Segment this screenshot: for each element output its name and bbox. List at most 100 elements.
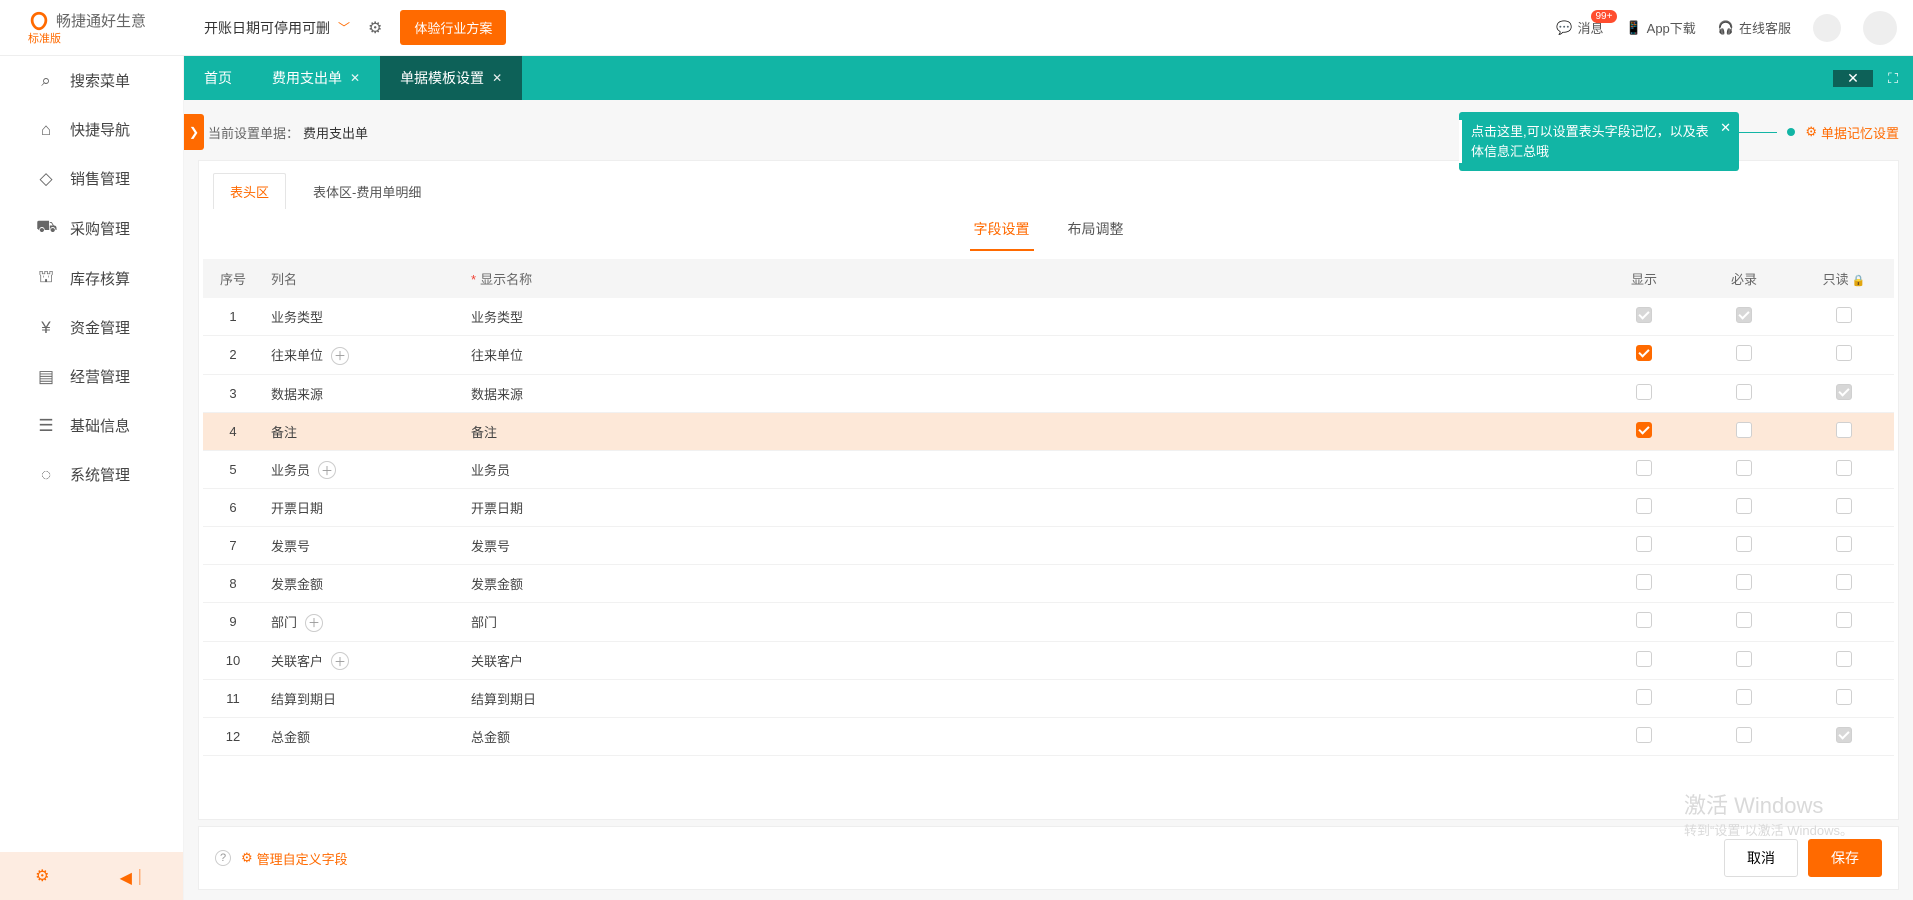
account-selector[interactable]: 开账日期可停用可删 ﹀ [204,18,350,38]
avatar-small[interactable] [1813,14,1841,42]
cell-show [1594,336,1694,375]
checkbox[interactable] [1836,689,1852,705]
cell-display[interactable]: 关联客户 [463,641,1594,680]
checkbox[interactable] [1636,651,1652,667]
cell-display[interactable]: 业务类型 [463,298,1594,336]
sidebar-item-3[interactable]: ⛟采购管理 [0,203,183,253]
checkbox[interactable] [1736,727,1752,743]
checkbox[interactable] [1836,536,1852,552]
checkbox[interactable] [1636,536,1652,552]
table-row[interactable]: 11结算到期日结算到期日 [203,680,1894,718]
checkbox[interactable] [1636,345,1652,361]
area-tab-0[interactable]: 表头区 [213,173,286,209]
checkbox[interactable] [1736,498,1752,514]
sidebar-item-8[interactable]: ◌系统管理 [0,450,183,499]
table-row[interactable]: 8发票金额发票金额 [203,565,1894,603]
collapse-sidebar-icon[interactable]: ◀｜ [120,864,148,888]
cell-required [1694,718,1794,756]
close-icon[interactable]: ✕ [492,71,502,85]
gear-icon[interactable]: ⚙ [368,18,382,38]
tab-2[interactable]: 单据模板设置✕ [380,56,522,100]
sidebar-item-7[interactable]: ☰基础信息 [0,401,183,450]
customer-service-button[interactable]: 🎧 在线客服 [1718,18,1791,37]
tab-1[interactable]: 费用支出单✕ [252,56,380,100]
checkbox[interactable] [1736,460,1752,476]
cell-display[interactable]: 部门 [463,603,1594,642]
checkbox[interactable] [1636,422,1652,438]
checkbox[interactable] [1636,460,1652,476]
checkbox[interactable] [1736,384,1752,400]
table-row[interactable]: 4备注备注 [203,412,1894,450]
table-row[interactable]: 7发票号发票号 [203,527,1894,565]
sidebar-item-5[interactable]: ¥资金管理 [0,303,183,352]
plus-icon[interactable]: ＋ [331,347,349,365]
sub-tab-0[interactable]: 字段设置 [970,219,1034,251]
checkbox[interactable] [1636,498,1652,514]
table-row[interactable]: 6开票日期开票日期 [203,489,1894,527]
manage-custom-fields-link[interactable]: ⚙管理自定义字段 [241,849,348,868]
table-row[interactable]: 10关联客户＋关联客户 [203,641,1894,680]
cell-display[interactable]: 结算到期日 [463,680,1594,718]
cell-display[interactable]: 往来单位 [463,336,1594,375]
save-button[interactable]: 保存 [1808,839,1882,877]
table-row[interactable]: 2往来单位＋往来单位 [203,336,1894,375]
checkbox[interactable] [1836,651,1852,667]
close-tab-icon[interactable]: ✕ [1833,70,1873,87]
close-icon[interactable]: ✕ [350,71,360,85]
cell-display[interactable]: 备注 [463,412,1594,450]
sidebar-item-1[interactable]: ⌂快捷导航 [0,105,183,154]
sub-tab-1[interactable]: 布局调整 [1064,219,1128,251]
cancel-button[interactable]: 取消 [1724,839,1798,877]
sidebar-item-4[interactable]: ⛫库存核算 [0,253,183,303]
checkbox[interactable] [1836,498,1852,514]
cell-display[interactable]: 业务员 [463,450,1594,489]
help-icon[interactable]: ? [215,850,231,866]
checkbox[interactable] [1836,345,1852,361]
checkbox[interactable] [1736,689,1752,705]
plus-icon[interactable]: ＋ [318,461,336,479]
plus-icon[interactable]: ＋ [331,652,349,670]
tab-0[interactable]: 首页 [184,56,252,100]
checkbox[interactable] [1636,384,1652,400]
table-row[interactable]: 12总金额总金额 [203,718,1894,756]
checkbox[interactable] [1736,536,1752,552]
avatar-large[interactable] [1863,11,1897,45]
experience-button[interactable]: 体验行业方案 [400,10,506,45]
expand-handle-icon[interactable]: ❯ [184,114,204,150]
plus-icon[interactable]: ＋ [305,614,323,632]
checkbox[interactable] [1836,612,1852,628]
checkbox[interactable] [1736,422,1752,438]
cell-display[interactable]: 总金额 [463,718,1594,756]
area-tab-1[interactable]: 表体区-费用单明细 [296,173,438,209]
memory-settings-link[interactable]: ⚙单据记忆设置 [1805,123,1899,142]
checkbox[interactable] [1636,689,1652,705]
checkbox[interactable] [1836,574,1852,590]
sidebar-item-2[interactable]: ◇销售管理 [0,154,183,203]
cell-display[interactable]: 发票号 [463,527,1594,565]
checkbox[interactable] [1736,612,1752,628]
sidebar-item-6[interactable]: ▤经营管理 [0,352,183,401]
settings-icon[interactable]: ⚙ [35,866,49,886]
table-row[interactable]: 9部门＋部门 [203,603,1894,642]
fullscreen-icon[interactable]: ⛶ [1873,70,1913,87]
table-row[interactable]: 3数据来源数据来源 [203,374,1894,412]
cell-display[interactable]: 开票日期 [463,489,1594,527]
checkbox[interactable] [1836,460,1852,476]
cell-display[interactable]: 发票金额 [463,565,1594,603]
close-icon[interactable]: ✕ [1720,118,1731,138]
checkbox[interactable] [1636,612,1652,628]
checkbox[interactable] [1736,574,1752,590]
checkbox[interactable] [1636,574,1652,590]
fields-table-wrap[interactable]: 序号 列名 *显示名称 显示 必录 只读🔒 1业务类型业务类型2往来单位＋往来单… [203,259,1894,819]
table-row[interactable]: 5业务员＋业务员 [203,450,1894,489]
app-download-button[interactable]: 📱 App下载 [1625,18,1695,37]
checkbox[interactable] [1736,345,1752,361]
cell-display[interactable]: 数据来源 [463,374,1594,412]
messages-button[interactable]: 💬 消息 99+ [1556,18,1603,37]
checkbox[interactable] [1836,307,1852,323]
checkbox[interactable] [1836,422,1852,438]
checkbox[interactable] [1736,651,1752,667]
table-row[interactable]: 1业务类型业务类型 [203,298,1894,336]
checkbox[interactable] [1636,727,1652,743]
sidebar-item-0[interactable]: ⌕搜索菜单 [0,56,183,105]
